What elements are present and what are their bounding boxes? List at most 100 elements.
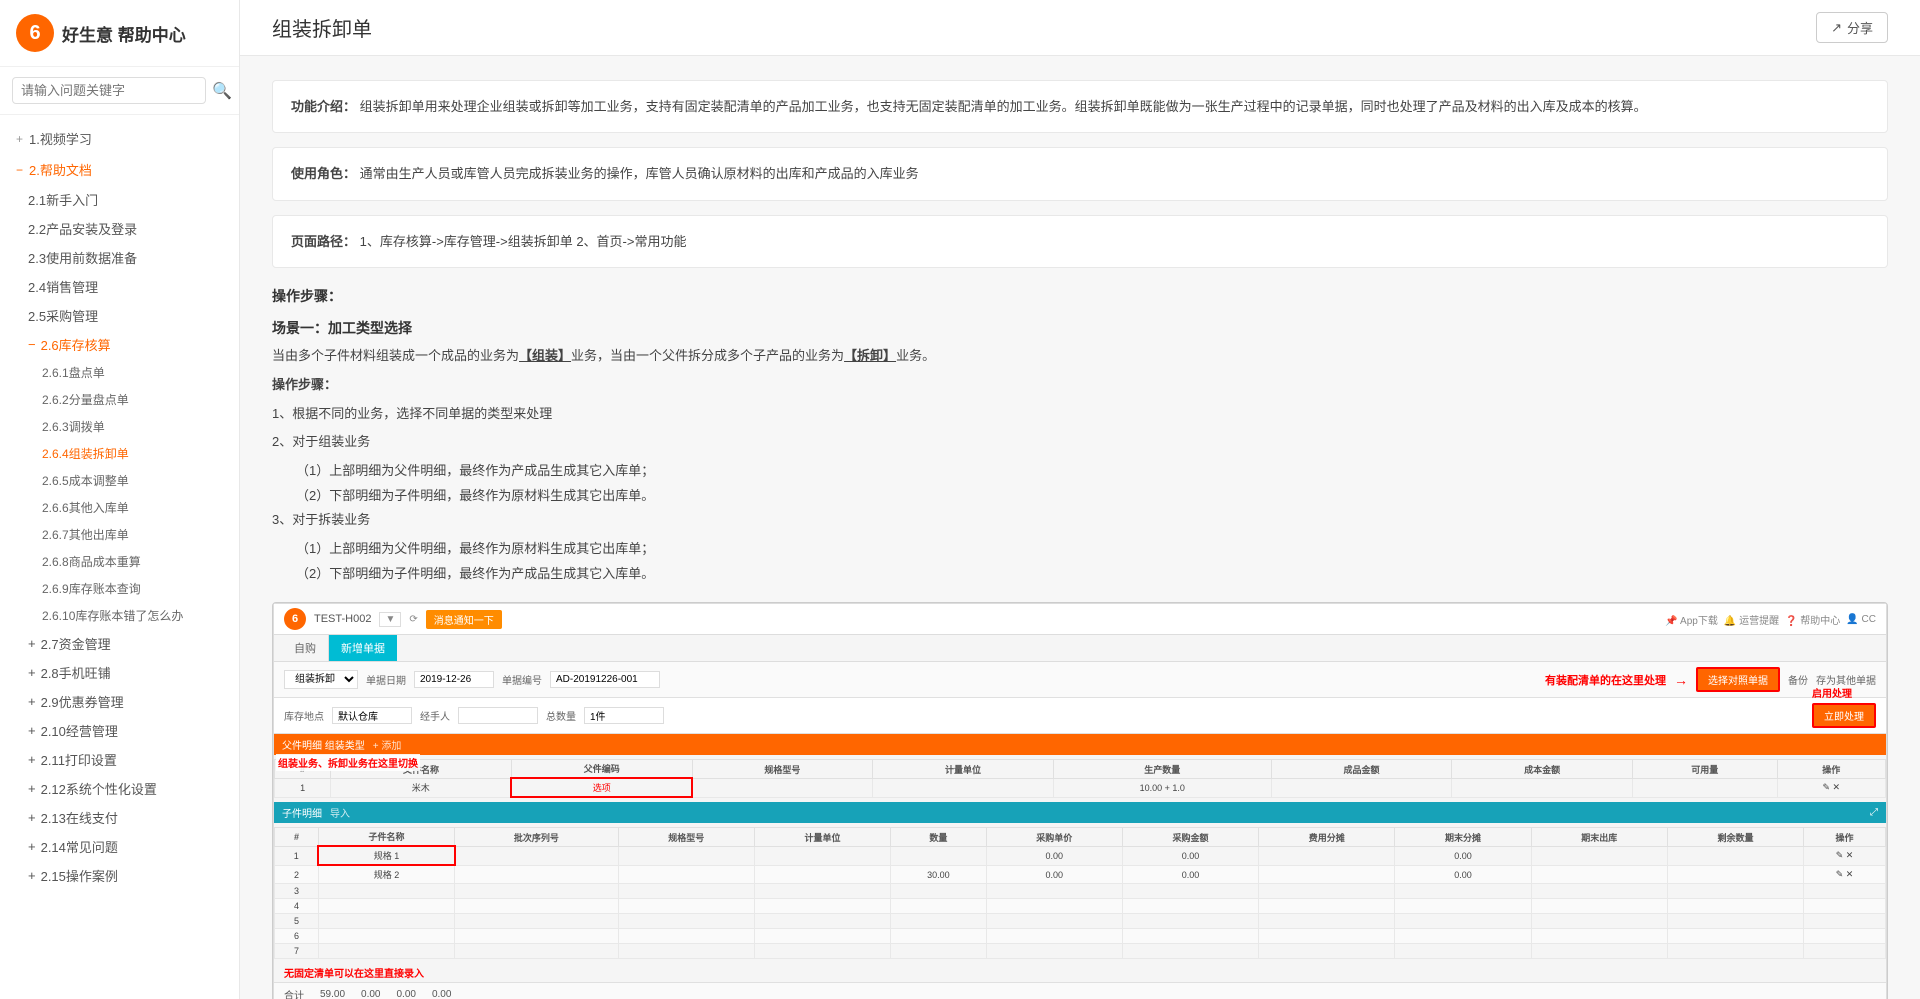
mock-td <box>618 846 754 865</box>
ops-title: 操作步骤： <box>272 286 1888 306</box>
mock-footer-amount: 0.00 <box>361 989 380 999</box>
sidebar-item-s266[interactable]: 2.6.6其他入库单 <box>0 494 239 521</box>
mock-type-select[interactable]: 组装拆卸 组装 拆卸 <box>284 670 358 689</box>
mock-enable-btn[interactable]: 立即处理 <box>1812 703 1876 728</box>
mock-tab-zg[interactable]: 自购 <box>282 635 329 661</box>
mock-td: 米木 <box>331 778 512 797</box>
nav-sub-label: 2.15操作案例 <box>41 866 118 885</box>
mock-td <box>455 846 619 865</box>
mock-confirm-btn[interactable]: 选择对照单据 <box>1696 667 1780 692</box>
mock-td <box>1531 846 1667 865</box>
nav-sub-label: 2.10经营管理 <box>41 721 118 740</box>
minus-icon: − <box>28 337 36 352</box>
nav-subsub-label: 2.6.2分量盘点单 <box>42 393 129 407</box>
nav-sub-label: 2.1新手入门 <box>28 190 98 209</box>
share-icon: ↗ <box>1831 20 1842 36</box>
step3a: （1）上部明细为父件明细，最终作为原材料生成其它出库单； <box>272 537 1888 562</box>
mock-td <box>754 865 890 884</box>
sidebar-label: 1.视频学习 <box>29 129 92 148</box>
step2: 2、对于组装业务 <box>272 430 1888 455</box>
nav-sub-label: 2.2产品安装及登录 <box>28 219 137 238</box>
mock-td: 0.00 <box>1122 865 1258 884</box>
mock-th: 规格型号 <box>692 760 873 779</box>
sidebar-item-new[interactable]: 2.1新手入门 <box>0 185 239 214</box>
sidebar-item-install[interactable]: 2.2产品安装及登录 <box>0 214 239 243</box>
plus-icon: + <box>28 694 36 709</box>
nav-sub-label: 2.13在线支付 <box>41 808 118 827</box>
sidebar-item-pay[interactable]: + 2.13在线支付 <box>0 803 239 832</box>
main-area: 组装拆卸单 ↗ 分享 功能介绍： 组装拆卸单用来处理企业组装或拆卸等加工业务，支… <box>240 0 1920 999</box>
mock-th: 数量 <box>891 828 986 847</box>
nav-subsub-label: 2.6.5成本调整单 <box>42 474 129 488</box>
role-text: 通常由生产人员或库管人员完成拆装业务的操作，库管人员确认原材料的出库和产成品的入… <box>360 166 919 181</box>
sidebar-item-faq[interactable]: + 2.14常见问题 <box>0 832 239 861</box>
nav-subsub-label: 2.6.1盘点单 <box>42 366 105 380</box>
table-row: 1 米木 选项 10.00 + 1.0 ✎ ✕ <box>275 778 1886 797</box>
sidebar-item-stock[interactable]: − 2.6库存核算 <box>0 330 239 359</box>
mock-date-input[interactable] <box>414 671 494 688</box>
mock-warehouse-input[interactable] <box>332 707 412 724</box>
mock-footer-cost: 0.00 <box>397 989 416 999</box>
nav-subsub-label: 2.6.6其他入库单 <box>42 501 129 515</box>
nav-subsub-label: 2.6.9库存账本查询 <box>42 582 141 596</box>
nav-subsub-label: 2.6.8商品成本重算 <box>42 555 141 569</box>
mock-tab-new[interactable]: 新增单据 <box>329 635 397 661</box>
sidebar-item-s268[interactable]: 2.6.8商品成本重算 <box>0 548 239 575</box>
mock-td <box>1452 778 1633 797</box>
mock-no-label: 单据编号 <box>502 672 542 687</box>
sidebar-item-print[interactable]: + 2.11打印设置 <box>0 745 239 774</box>
mock-td: 选项 <box>511 778 692 797</box>
mock-handler-input[interactable] <box>458 707 538 724</box>
role-block: 使用角色： 通常由生产人员或库管人员完成拆装业务的操作，库管人员确认原材料的出库… <box>272 147 1888 200</box>
mock-td <box>1667 865 1803 884</box>
sidebar-item-s2610[interactable]: 2.6.10库存账本错了怎么办 <box>0 602 239 629</box>
mock-td: 0.00 <box>986 865 1122 884</box>
sidebar-item-s264[interactable]: 2.6.4组装拆卸单 <box>0 440 239 467</box>
role-label: 使用角色： <box>291 166 356 181</box>
mock-td: 1 <box>275 846 319 865</box>
mock-td: 30.00 <box>891 865 986 884</box>
mock-th: 成品金额 <box>1271 760 1452 779</box>
mock-td: 规格 1 <box>318 846 454 865</box>
sidebar-item-cases[interactable]: + 2.15操作案例 <box>0 861 239 890</box>
sidebar-item-video[interactable]: + 1.视频学习 <box>0 123 239 154</box>
mock-th: 操作 <box>1804 828 1886 847</box>
sidebar-item-s263[interactable]: 2.6.3调拨单 <box>0 413 239 440</box>
mock-no-input[interactable] <box>550 671 660 688</box>
mock-section-wrap: 父件明细 组装类型 + 添加 组装业务、拆卸业务在这里切换 <box>274 734 1886 755</box>
sidebar-item-finance[interactable]: + 2.7资金管理 <box>0 629 239 658</box>
mock-ann2: 组装业务、拆卸业务在这里切换 <box>276 754 420 771</box>
sidebar-item-purchase[interactable]: 2.5采购管理 <box>0 301 239 330</box>
sidebar-item-settings[interactable]: + 2.12系统个性化设置 <box>0 774 239 803</box>
sidebar-item-coupon[interactable]: + 2.9优惠券管理 <box>0 687 239 716</box>
sidebar-item-s269[interactable]: 2.6.9库存账本查询 <box>0 575 239 602</box>
mock-td <box>1271 778 1452 797</box>
mock-bottom-table: # 子件名称 批次序列号 规格型号 计量单位 数量 采购单价 采购金额 费用分摊 <box>274 827 1886 959</box>
plus-icon: + <box>28 665 36 680</box>
search-button[interactable]: 🔍 <box>212 81 232 101</box>
share-button[interactable]: ↗ 分享 <box>1816 12 1888 43</box>
mock-th: 计量单位 <box>754 828 890 847</box>
sidebar-item-s265[interactable]: 2.6.5成本调整单 <box>0 467 239 494</box>
step3b: （2）下部明细为子件明细，最终作为产成品生成其它入库单。 <box>272 562 1888 587</box>
sidebar-item-data[interactable]: 2.3使用前数据准备 <box>0 243 239 272</box>
mock-td: 0.00 <box>986 846 1122 865</box>
sidebar-item-sale[interactable]: 2.4销售管理 <box>0 272 239 301</box>
sidebar-item-s261[interactable]: 2.6.1盘点单 <box>0 359 239 386</box>
sidebar-item-s262[interactable]: 2.6.2分量盘点单 <box>0 386 239 413</box>
mock-qty-input[interactable] <box>584 707 664 724</box>
sidebar-item-mobile[interactable]: + 2.8手机旺铺 <box>0 658 239 687</box>
share-label: 分享 <box>1847 18 1873 37</box>
sidebar-item-s267[interactable]: 2.6.7其他出库单 <box>0 521 239 548</box>
scene1-desc: 当由多个子件材料组装成一个成品的业务为【组装】业务，当由一个父件拆分成多个子产品… <box>272 344 1888 369</box>
mock-dropdown: ▼ <box>379 612 401 627</box>
sidebar-item-manage[interactable]: + 2.10经营管理 <box>0 716 239 745</box>
mock-td <box>1632 778 1777 797</box>
mock-ann3: 启用处理 <box>1812 685 1852 700</box>
search-input[interactable] <box>12 77 206 104</box>
sidebar-item-docs[interactable]: − 2.帮助文档 <box>0 154 239 185</box>
table-row: 1 规格 1 0.00 0.00 0.00 <box>275 846 1886 865</box>
mock-th: 子件名称 <box>318 828 454 847</box>
mock-td <box>1259 846 1395 865</box>
mock-company: TEST-H002 <box>314 613 371 625</box>
